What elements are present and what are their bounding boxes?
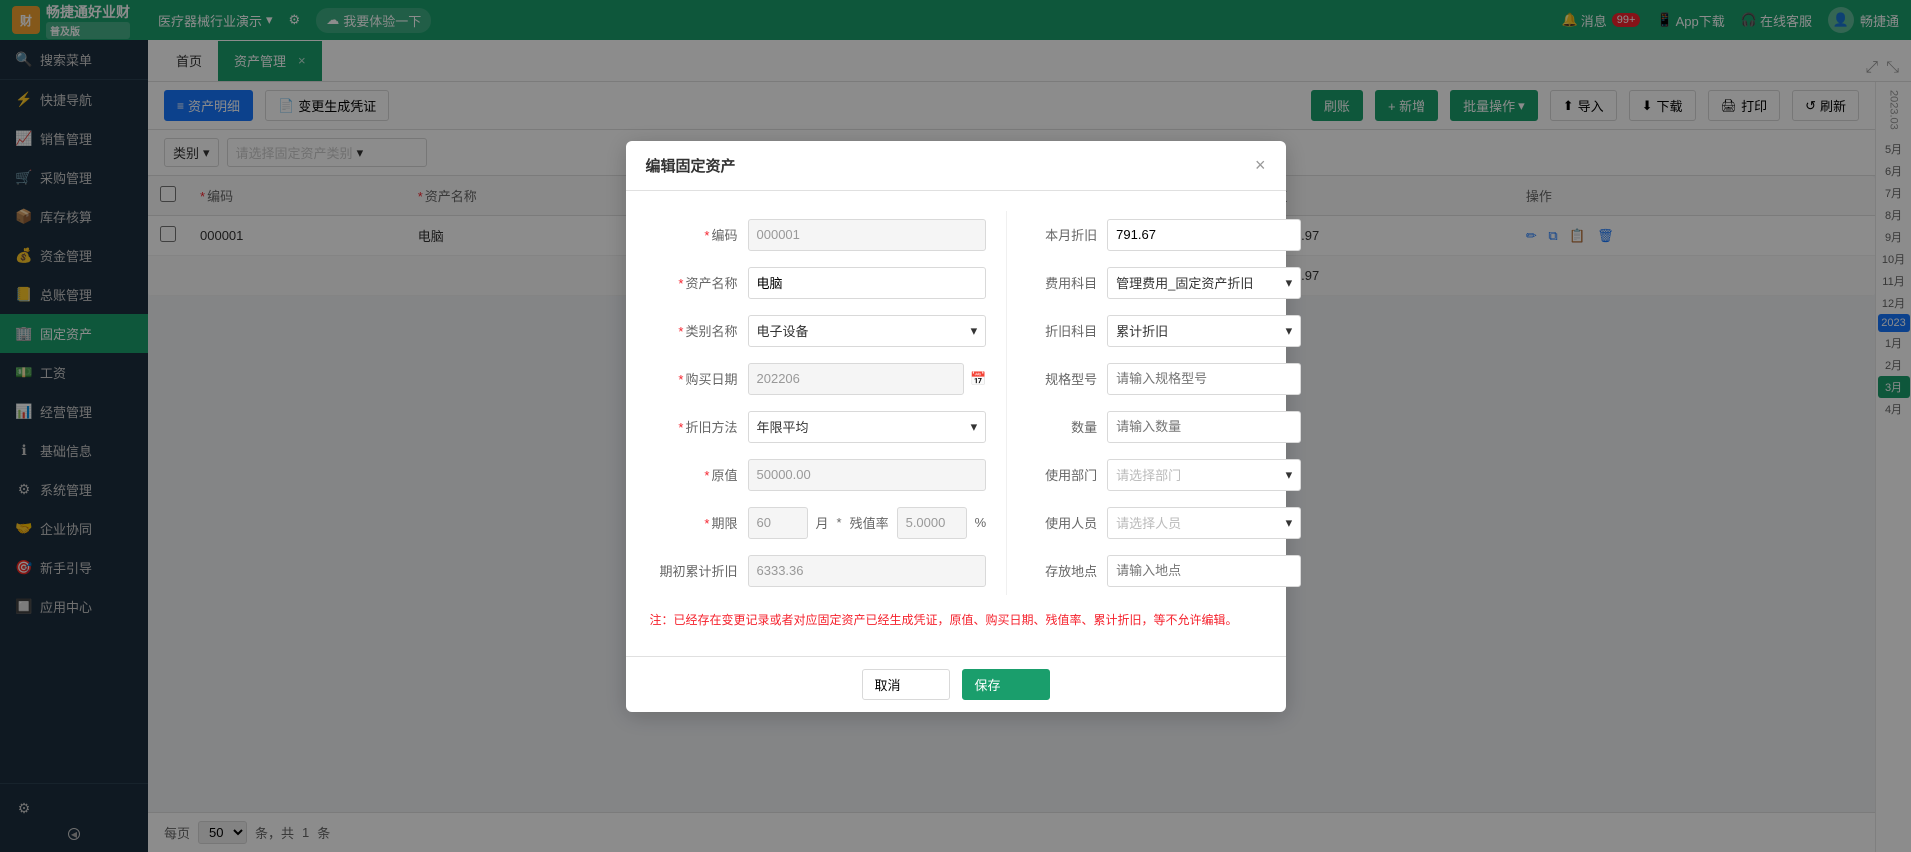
category-select[interactable]: 电子设备 ▾ xyxy=(748,315,987,347)
modal-overlay: 编辑固定资产 × *编码 *资产名称 xyxy=(0,0,1911,852)
cancel-btn[interactable]: 取消 xyxy=(862,669,950,700)
form-grid: *编码 *资产名称 *类别名称 xyxy=(650,211,1262,595)
residual-rate-input[interactable] xyxy=(897,507,967,539)
calendar-icon[interactable]: 📅 xyxy=(970,371,986,387)
code-label: *编码 xyxy=(658,225,738,244)
modal-close-btn[interactable]: × xyxy=(1255,155,1266,176)
form-left-section: *编码 *资产名称 *类别名称 xyxy=(650,211,1008,595)
dep-subject-select[interactable]: 累计折旧 ▾ xyxy=(1107,315,1301,347)
form-row-person: 使用人员 请选择人员 ▾ xyxy=(1027,499,1301,547)
save-btn[interactable]: 保存 xyxy=(962,669,1050,700)
name-label: *资产名称 xyxy=(658,273,738,292)
form-row-code: *编码 xyxy=(658,211,987,259)
form-row-dep-subject: 折旧科目 累计折旧 ▾ xyxy=(1027,307,1301,355)
department-select[interactable]: 请选择部门 ▾ xyxy=(1107,459,1301,491)
period-input[interactable] xyxy=(748,507,808,539)
modal-header: 编辑固定资产 × xyxy=(626,141,1286,191)
form-row-name: *资产名称 xyxy=(658,259,987,307)
dep-method-label: *折旧方法 xyxy=(658,417,738,436)
form-row-location: 存放地点 xyxy=(1027,547,1301,595)
model-input[interactable] xyxy=(1107,363,1301,395)
department-label: 使用部门 xyxy=(1027,465,1097,484)
period-label: *期限 xyxy=(658,513,738,532)
form-row-initial-dep: 期初累计折旧 xyxy=(658,547,987,595)
modal-body: *编码 *资产名称 *类别名称 xyxy=(626,191,1286,656)
dep-subject-label: 折旧科目 xyxy=(1027,321,1097,340)
monthly-dep-label: 本月折旧 xyxy=(1027,225,1097,244)
original-value-label: *原值 xyxy=(658,465,738,484)
form-right-section: 本月折旧 费用科目 管理费用_固定资产折旧 ▾ xyxy=(1007,211,1309,595)
person-select[interactable]: 请选择人员 ▾ xyxy=(1107,507,1301,539)
quantity-input[interactable] xyxy=(1107,411,1301,443)
model-label: 规格型号 xyxy=(1027,369,1097,388)
form-row-category: *类别名称 电子设备 ▾ xyxy=(658,307,987,355)
modal-footer: 取消 保存 xyxy=(626,656,1286,712)
purchase-date-group: 📅 xyxy=(748,363,987,395)
dep-method-arrow: ▾ xyxy=(971,419,978,435)
category-label: *类别名称 xyxy=(658,321,738,340)
form-row-expense-subject: 费用科目 管理费用_固定资产折旧 ▾ xyxy=(1027,259,1301,307)
purchase-date-label: *购买日期 xyxy=(658,369,738,388)
dep-subject-arrow: ▾ xyxy=(1286,323,1293,339)
form-row-model: 规格型号 xyxy=(1027,355,1301,403)
person-label: 使用人员 xyxy=(1027,513,1097,532)
modal-title: 编辑固定资产 xyxy=(646,155,736,176)
expense-subject-label: 费用科目 xyxy=(1027,273,1097,292)
code-input[interactable] xyxy=(748,219,987,251)
dep-method-select[interactable]: 年限平均 ▾ xyxy=(748,411,987,443)
category-select-arrow: ▾ xyxy=(971,323,978,339)
form-row-period: *期限 月 * 残值率 % xyxy=(658,499,987,547)
initial-dep-input[interactable] xyxy=(748,555,987,587)
person-arrow: ▾ xyxy=(1286,515,1293,531)
period-residual-group: 月 * 残值率 % xyxy=(748,507,987,539)
initial-dep-label: 期初累计折旧 xyxy=(658,561,738,580)
form-row-purchase-date: *购买日期 📅 xyxy=(658,355,987,403)
edit-fixed-asset-modal: 编辑固定资产 × *编码 *资产名称 xyxy=(626,141,1286,712)
name-input[interactable] xyxy=(748,267,987,299)
expense-subject-arrow: ▾ xyxy=(1286,275,1293,291)
form-row-original-value: *原值 xyxy=(658,451,987,499)
form-row-monthly-dep: 本月折旧 xyxy=(1027,211,1301,259)
monthly-dep-input[interactable] xyxy=(1107,219,1301,251)
form-row-department: 使用部门 请选择部门 ▾ xyxy=(1027,451,1301,499)
form-row-quantity: 数量 xyxy=(1027,403,1301,451)
quantity-label: 数量 xyxy=(1027,417,1097,436)
department-arrow: ▾ xyxy=(1286,467,1293,483)
location-input[interactable] xyxy=(1107,555,1301,587)
expense-subject-select[interactable]: 管理费用_固定资产折旧 ▾ xyxy=(1107,267,1301,299)
purchase-date-input[interactable] xyxy=(748,363,964,395)
form-note: 注：已经存在变更记录或者对应固定资产已经生成凭证，原值、购买日期、残值率、累计折… xyxy=(650,603,1262,636)
form-row-dep-method: *折旧方法 年限平均 ▾ xyxy=(658,403,987,451)
original-value-input[interactable] xyxy=(748,459,987,491)
location-label: 存放地点 xyxy=(1027,561,1097,580)
